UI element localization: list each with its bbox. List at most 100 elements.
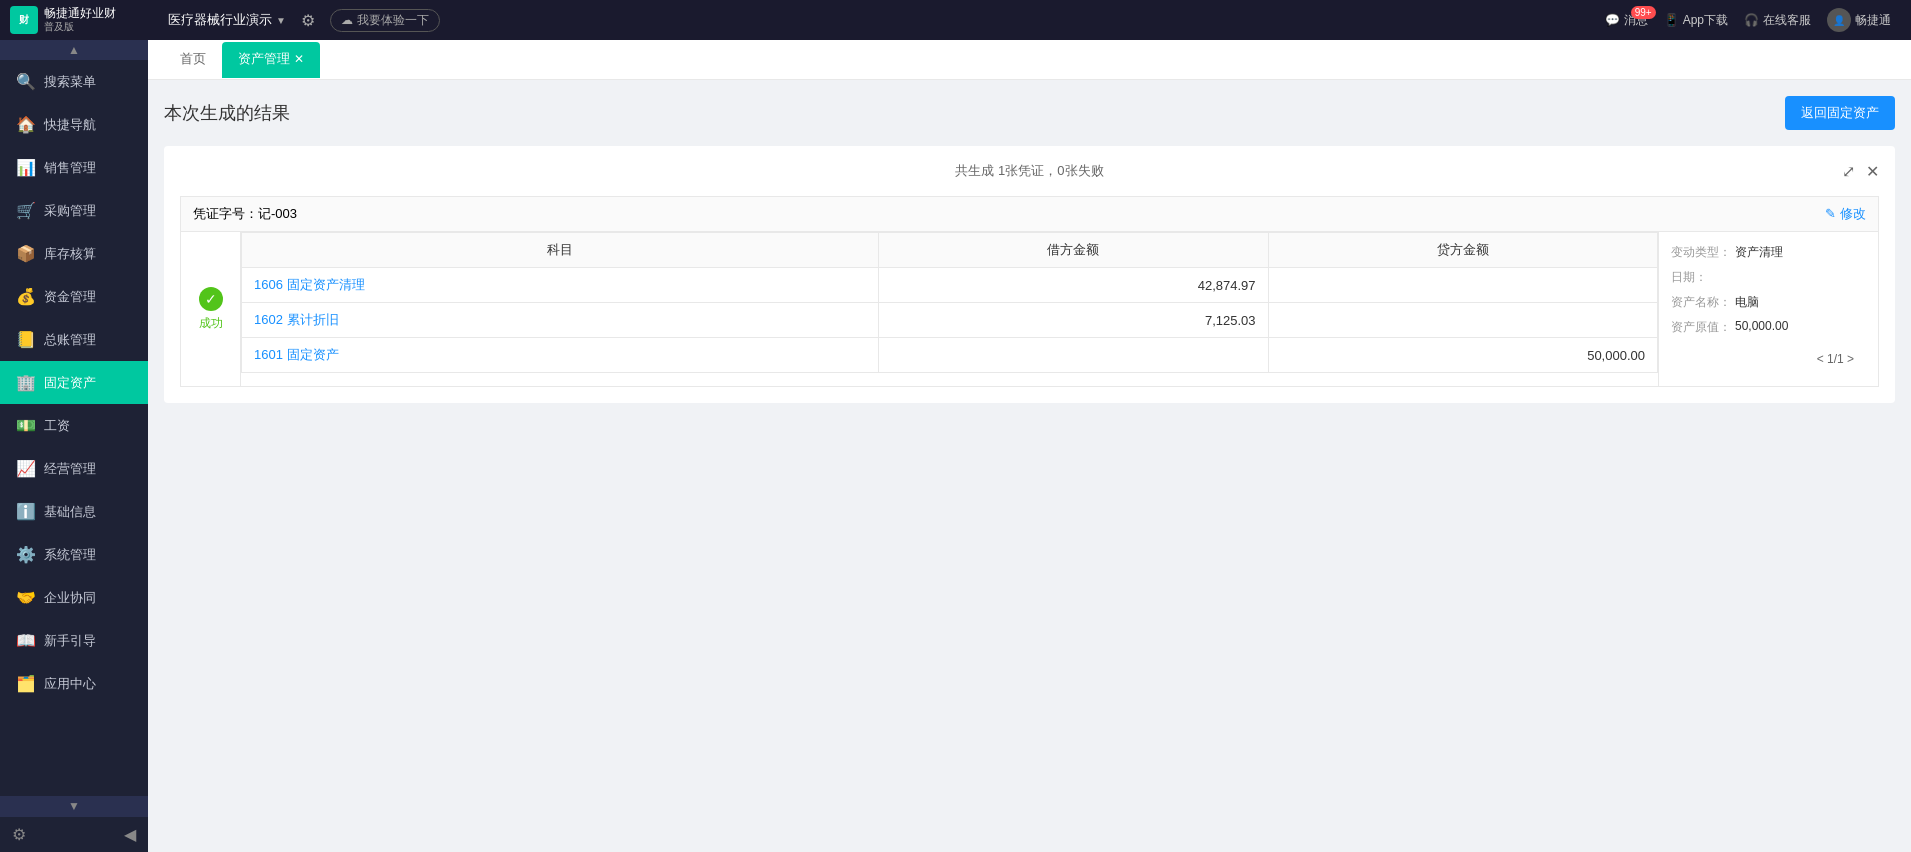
sidebar-item-sales[interactable]: 📊 销售管理 [0,146,148,189]
credit-1602 [1268,303,1657,338]
online-service-label: 在线客服 [1763,12,1811,29]
table-row: 1606 固定资产清理 42,874.97 [242,268,1658,303]
voucher-header: 凭证字号：记-003 ✎ 修改 [180,196,1879,231]
pagination[interactable]: < 1/1 > [1671,344,1866,374]
sidebar-item-guide[interactable]: 📖 新手引导 [0,619,148,662]
sidebar-label-system: 系统管理 [44,546,96,564]
top-header: 财 畅捷通好业财 普及版 医疗器械行业演示 ▼ ⚙ ☁ 我要体验一下 💬 消息 … [0,0,1911,40]
tab-asset-management[interactable]: 资产管理 ✕ [222,42,320,78]
sidebar-item-quick-nav[interactable]: 🏠 快捷导航 [0,103,148,146]
money-icon: 💰 [16,287,36,306]
sidebar-item-basic-info[interactable]: ℹ️ 基础信息 [0,490,148,533]
settings-icon[interactable]: ⚙ [294,6,322,34]
sidebar-item-operations[interactable]: 📈 经营管理 [0,447,148,490]
result-summary: 共生成 1张凭证，0张失败 [180,162,1879,180]
book-icon: 📒 [16,330,36,349]
sidebar-label-fixed-assets: 固定资产 [44,374,96,392]
result-panel: ⤢ ✕ 共生成 1张凭证，0张失败 凭证字号：记-003 ✎ 修改 [164,146,1895,403]
success-icon: ✓ [199,287,223,311]
box-icon: 📦 [16,244,36,263]
logo-area: 财 畅捷通好业财 普及版 [10,6,158,34]
user-action[interactable]: 👤 畅捷通 [1827,8,1891,32]
account-1606: 1606 固定资产清理 [242,268,879,303]
sidebar-item-fixed-assets[interactable]: 🏢 固定资产 [0,361,148,404]
status-cell: ✓ 成功 [181,232,241,386]
page-header: 本次生成的结果 返回固定资产 [164,96,1895,130]
table-row: 1601 固定资产 50,000.00 [242,338,1658,373]
sidebar-item-inventory[interactable]: 📦 库存核算 [0,232,148,275]
tab-close-icon[interactable]: ✕ [294,52,304,66]
sidebar-label-purchase: 采购管理 [44,202,96,220]
sidebar-item-system[interactable]: ⚙️ 系统管理 [0,533,148,576]
sidebar-item-ledger[interactable]: 📒 总账管理 [0,318,148,361]
page-content: 本次生成的结果 返回固定资产 ⤢ ✕ 共生成 1张凭证，0张失败 凭证字号：记-… [148,80,1911,852]
dollar-icon: 💵 [16,416,36,435]
sidebar-label-operations: 经营管理 [44,460,96,478]
sidebar-item-app-center[interactable]: 🗂️ 应用中心 [0,662,148,705]
date-label: 日期： [1671,269,1707,286]
sidebar: ▲ 🔍 搜索菜单 🏠 快捷导航 📊 销售管理 🛒 采购管理 📦 库存核算 [0,40,148,852]
chart-icon: 📊 [16,158,36,177]
sidebar-label-app-center: 应用中心 [44,675,96,693]
headset-icon: 🎧 [1744,13,1759,27]
asset-name-row: 资产名称： 电脑 [1671,294,1866,311]
sidebar-label-sales: 销售管理 [44,159,96,177]
debit-1606: 42,874.97 [879,268,1268,303]
gear-icon: ⚙️ [16,545,36,564]
avatar: 👤 [1827,8,1851,32]
sidebar-item-search[interactable]: 🔍 搜索菜单 [0,60,148,103]
account-1601: 1601 固定资产 [242,338,879,373]
col-subject: 科目 [242,233,879,268]
app-download-label: App下载 [1683,12,1728,29]
trending-icon: 📈 [16,459,36,478]
side-info-panel: 变动类型： 资产清理 日期： 资产名称： 电脑 [1658,232,1878,386]
header-center: 医疗器械行业演示 ▼ ⚙ ☁ 我要体验一下 [158,6,1605,34]
collapse-sidebar-icon[interactable]: ◀ [124,825,136,844]
table-row: 1602 累计折旧 7,125.03 [242,303,1658,338]
asset-name-value: 电脑 [1735,294,1759,311]
sidebar-scroll-down[interactable]: ▼ [0,796,148,816]
sidebar-scroll: 🔍 搜索菜单 🏠 快捷导航 📊 销售管理 🛒 采购管理 📦 库存核算 💰 [0,60,148,796]
sidebar-item-payroll[interactable]: 💵 工资 [0,404,148,447]
message-action[interactable]: 💬 消息 99+ [1605,12,1648,29]
logo-icon: 财 [10,6,38,34]
status-text: 成功 [199,315,223,332]
page-title: 本次生成的结果 [164,101,290,125]
app-download-action[interactable]: 📱 App下载 [1664,12,1728,29]
logo-text: 畅捷通好业财 [44,6,116,20]
settings-bottom-icon[interactable]: ⚙ [12,825,26,844]
col-credit: 贷方金额 [1268,233,1657,268]
date-row: 日期： [1671,269,1866,286]
sidebar-item-enterprise[interactable]: 🤝 企业协同 [0,576,148,619]
close-panel-icon[interactable]: ✕ [1866,162,1879,181]
mobile-icon: 📱 [1664,13,1679,27]
search-icon: 🔍 [16,72,36,91]
edit-icon: ✎ [1825,206,1840,221]
tab-home[interactable]: 首页 [164,42,222,78]
sidebar-item-purchase[interactable]: 🛒 采购管理 [0,189,148,232]
company-selector[interactable]: 医疗器械行业演示 ▼ [168,11,286,29]
experience-btn[interactable]: ☁ 我要体验一下 [330,9,440,32]
message-badge: 99+ [1631,6,1656,19]
content-area: 首页 资产管理 ✕ 本次生成的结果 返回固定资产 ⤢ ✕ 共生成 1张凭证，0张… [148,40,1911,852]
sidebar-scroll-up[interactable]: ▲ [0,40,148,60]
debit-1602: 7,125.03 [879,303,1268,338]
edit-voucher-btn[interactable]: ✎ 修改 [1825,205,1866,223]
original-value-value: 50,000.00 [1735,319,1788,336]
online-service-action[interactable]: 🎧 在线客服 [1744,12,1811,29]
header-right: 💬 消息 99+ 📱 App下载 🎧 在线客服 👤 畅捷通 [1605,8,1901,32]
main-layout: ▲ 🔍 搜索菜单 🏠 快捷导航 📊 销售管理 🛒 采购管理 📦 库存核算 [0,40,1911,852]
experience-label: 我要体验一下 [357,12,429,29]
sidebar-item-capital[interactable]: 💰 资金管理 [0,275,148,318]
change-type-label: 变动类型： [1671,244,1731,261]
edit-label: 修改 [1840,206,1866,221]
change-type-row: 变动类型： 资产清理 [1671,244,1866,261]
sidebar-label-search: 搜索菜单 [44,73,96,91]
logo-text-block: 畅捷通好业财 普及版 [44,6,116,34]
tab-home-label: 首页 [180,50,206,68]
expand-icon[interactable]: ⤢ [1842,162,1855,181]
sidebar-bottom: ⚙ ◀ [0,816,148,852]
logo-sub: 普及版 [44,20,116,34]
col-debit: 借方金额 [879,233,1268,268]
return-btn[interactable]: 返回固定资产 [1785,96,1895,130]
